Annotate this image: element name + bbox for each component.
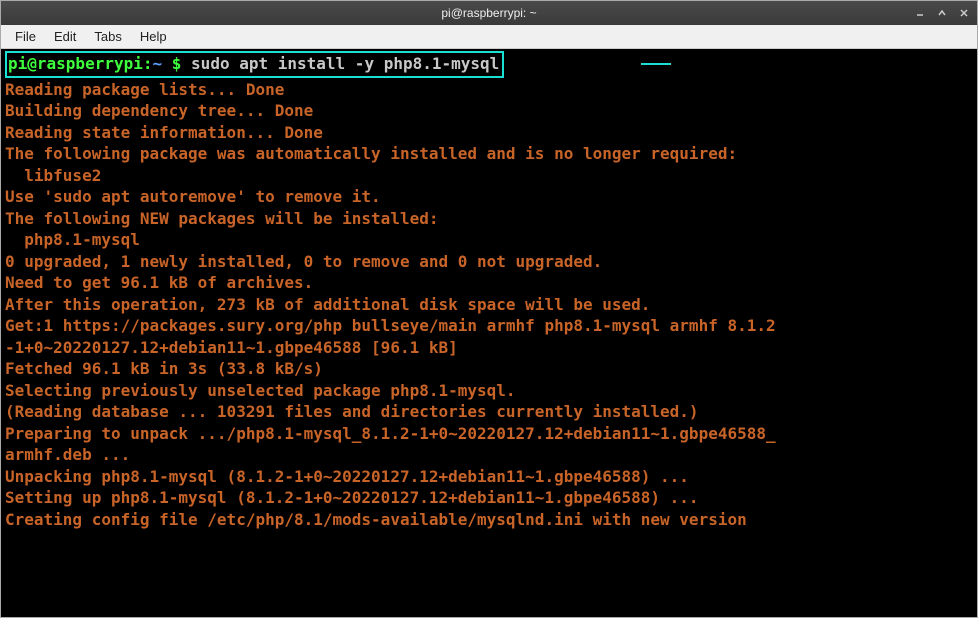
terminal-output-line: Reading package lists... Done bbox=[5, 79, 973, 101]
terminal-output-line: -1+0~20220127.12+debian11~1.gbpe46588 [9… bbox=[5, 337, 973, 359]
prompt-colon: : bbox=[143, 54, 153, 73]
terminal-output-line: Setting up php8.1-mysql (8.1.2-1+0~20220… bbox=[5, 487, 973, 509]
highlighted-command-box: pi@raspberrypi:~ $ sudo apt install -y p… bbox=[5, 51, 504, 78]
terminal-output-line: php8.1-mysql bbox=[5, 229, 973, 251]
terminal-output-line: armhf.deb ... bbox=[5, 444, 973, 466]
menu-tabs[interactable]: Tabs bbox=[86, 27, 129, 46]
menubar: File Edit Tabs Help bbox=[1, 25, 977, 49]
terminal-output-line: Selecting previously unselected package … bbox=[5, 380, 973, 402]
prompt-dollar: $ bbox=[162, 54, 191, 73]
maximize-icon[interactable] bbox=[935, 6, 949, 20]
terminal-area[interactable]: pi@raspberrypi:~ $ sudo apt install -y p… bbox=[1, 49, 977, 617]
titlebar[interactable]: pi@raspberrypi: ~ bbox=[1, 1, 977, 25]
prompt-path: ~ bbox=[153, 54, 163, 73]
menu-help[interactable]: Help bbox=[132, 27, 175, 46]
callout-arrow-icon bbox=[641, 63, 671, 65]
terminal-output-line: Building dependency tree... Done bbox=[5, 100, 973, 122]
terminal-output-line: Fetched 96.1 kB in 3s (33.8 kB/s) bbox=[5, 358, 973, 380]
prompt-user-host: pi@raspberrypi bbox=[8, 54, 143, 73]
window-title: pi@raspberrypi: ~ bbox=[441, 6, 536, 20]
terminal-window: pi@raspberrypi: ~ File Edit Tabs Help pi… bbox=[0, 0, 978, 618]
terminal-output-line: The following package was automatically … bbox=[5, 143, 973, 165]
terminal-output-line: 0 upgraded, 1 newly installed, 0 to remo… bbox=[5, 251, 973, 273]
terminal-output-line: libfuse2 bbox=[5, 165, 973, 187]
terminal-output-line: After this operation, 273 kB of addition… bbox=[5, 294, 973, 316]
terminal-output-line: Reading state information... Done bbox=[5, 122, 973, 144]
terminal-output-line: Get:1 https://packages.sury.org/php bull… bbox=[5, 315, 973, 337]
minimize-icon[interactable] bbox=[913, 6, 927, 20]
terminal-output-line: (Reading database ... 103291 files and d… bbox=[5, 401, 973, 423]
terminal-output-line: The following NEW packages will be insta… bbox=[5, 208, 973, 230]
prompt-command: sudo apt install -y php8.1-mysql bbox=[191, 54, 499, 73]
terminal-output-line: Creating config file /etc/php/8.1/mods-a… bbox=[5, 509, 973, 531]
menu-edit[interactable]: Edit bbox=[46, 27, 84, 46]
terminal-output-line: Unpacking php8.1-mysql (8.1.2-1+0~202201… bbox=[5, 466, 973, 488]
terminal-output-line: Need to get 96.1 kB of archives. bbox=[5, 272, 973, 294]
terminal-output-line: Use 'sudo apt autoremove' to remove it. bbox=[5, 186, 973, 208]
window-controls bbox=[913, 6, 971, 20]
terminal-output-line: Preparing to unpack .../php8.1-mysql_8.1… bbox=[5, 423, 973, 445]
menu-file[interactable]: File bbox=[7, 27, 44, 46]
close-icon[interactable] bbox=[957, 6, 971, 20]
